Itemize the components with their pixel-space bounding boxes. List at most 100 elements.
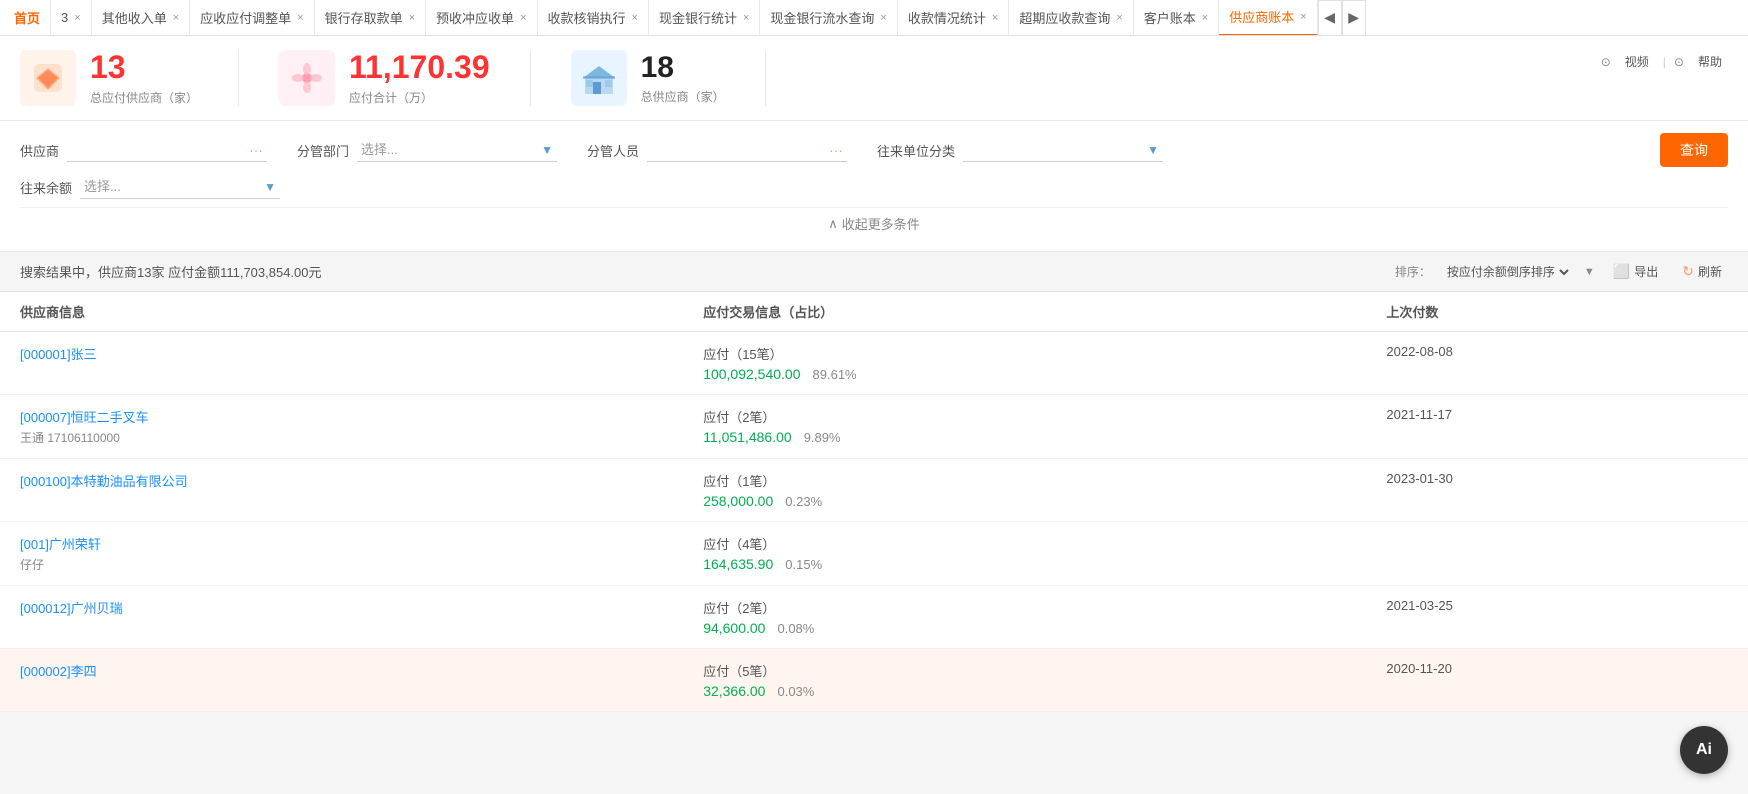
- export-button[interactable]: ⬜ 导出: [1607, 260, 1664, 283]
- tab-ar-ap-adjust-label: 应收应付调整单: [200, 8, 291, 27]
- payable-amount-000002: 32,366.00: [703, 683, 765, 699]
- payable-percent-000001: 89.61%: [813, 367, 857, 382]
- nav-tab-collection-summary[interactable]: 收款情况统计 ×: [898, 0, 1009, 36]
- payable-count-001: 应付（4笔）: [703, 534, 1386, 553]
- department-filter-label: 分管部门: [297, 141, 349, 160]
- supplier-link-000100[interactable]: [000100]本特勤油品有限公司: [20, 474, 188, 489]
- close-icon[interactable]: ×: [880, 12, 886, 24]
- table-body: [000001]张三 应付（15笔） 100,092,540.00 89.61%…: [0, 332, 1748, 712]
- nav-tab-3[interactable]: 3 ×: [51, 0, 92, 36]
- tab-collection-summary-label: 收款情况统计: [908, 8, 986, 27]
- tab-advance-receipt-label: 预收冲应收单: [436, 8, 514, 27]
- payable-row-000002: 32,366.00 0.03%: [703, 683, 1386, 699]
- supplier-link-001[interactable]: [001]广州荣轩: [20, 537, 101, 552]
- close-icon[interactable]: ×: [74, 12, 80, 24]
- table-row: [000001]张三 应付（15笔） 100,092,540.00 89.61%…: [0, 332, 1748, 395]
- filter-group-department: 分管部门 选择... ▼: [297, 138, 557, 162]
- stat-total-suppliers-count: 18 总供应商（家）: [571, 50, 766, 106]
- table-container: 供应商信息 应付交易信息（占比） 上次付数 [000001]张三 应付（15笔）…: [0, 292, 1748, 712]
- nav-tab-cash-stats[interactable]: 现金银行统计 ×: [649, 0, 760, 36]
- balance-select[interactable]: 选择...: [80, 175, 280, 199]
- nav-tab-supplier-ledger[interactable]: 供应商账本 ×: [1219, 0, 1317, 36]
- video-link[interactable]: 视频: [1619, 50, 1655, 73]
- supplier-dots-icon[interactable]: ···: [249, 142, 263, 158]
- close-icon[interactable]: ×: [520, 12, 526, 24]
- close-icon[interactable]: ×: [743, 12, 749, 24]
- person-filter-label: 分管人员: [587, 141, 639, 160]
- payable-row-000007: 11,051,486.00 9.89%: [703, 429, 1386, 445]
- department-select-container: 选择... ▼: [357, 138, 557, 162]
- last-payment-000012: 2021-03-25: [1386, 598, 1728, 613]
- stat-number-total-suppliers: 18: [641, 51, 725, 84]
- person-dots-icon[interactable]: ···: [829, 142, 843, 158]
- ai-button[interactable]: Ai: [1680, 726, 1728, 774]
- nav-next-arrow[interactable]: ▶: [1342, 0, 1366, 36]
- nav-tab-ar-ap-adjust[interactable]: 应收应付调整单 ×: [190, 0, 314, 36]
- stat-total-suppliers: 13 总应付供应商（家）: [20, 50, 239, 106]
- nav-tab-collection-verify[interactable]: 收款核销执行 ×: [538, 0, 649, 36]
- stats-bar: 13 总应付供应商（家） 11,170.39 应付合计（万）: [0, 36, 1748, 121]
- col-header-payable: 应付交易信息（占比）: [703, 302, 1386, 321]
- supplier-link-000001[interactable]: [000001]张三: [20, 347, 97, 362]
- close-icon[interactable]: ×: [1116, 12, 1122, 24]
- filter-area: 供应商 ··· 分管部门 选择... ▼ 分管人员 ···: [0, 121, 1748, 252]
- nav-prev-arrow[interactable]: ◀: [1318, 0, 1342, 36]
- payable-row-001: 164,635.90 0.15%: [703, 556, 1386, 572]
- stat-total-ap-amount: 11,170.39 应付合计（万）: [279, 50, 531, 106]
- close-icon[interactable]: ×: [173, 12, 179, 24]
- payable-percent-000002: 0.03%: [777, 684, 814, 699]
- nav-tab-home[interactable]: 首页: [4, 0, 51, 36]
- home-label: 首页: [14, 8, 40, 27]
- nav-tab-cash-flow[interactable]: 现金银行流水查询 ×: [760, 0, 897, 36]
- help-link[interactable]: 帮助: [1692, 50, 1728, 73]
- sort-select[interactable]: 按应付余额倒序排序: [1443, 264, 1572, 280]
- tab-customer-ledger-label: 客户账本: [1144, 8, 1196, 27]
- nav-tab-advance-receipt[interactable]: 预收冲应收单 ×: [426, 0, 537, 36]
- payable-info-000012: 应付（2笔） 94,600.00 0.08%: [703, 598, 1386, 636]
- payable-amount-000012: 94,600.00: [703, 620, 765, 636]
- payable-count-000012: 应付（2笔）: [703, 598, 1386, 617]
- supplier-link-000012[interactable]: [000012]广州贝瑞: [20, 601, 123, 616]
- close-icon[interactable]: ×: [297, 12, 303, 24]
- nav-tab-other-income[interactable]: 其他收入单 ×: [92, 0, 190, 36]
- nav-tab-bank-deposit[interactable]: 银行存取款单 ×: [315, 0, 426, 36]
- category-select[interactable]: [963, 138, 1163, 162]
- person-input[interactable]: [647, 138, 847, 162]
- stat-icon-diamond: [20, 50, 76, 106]
- close-icon[interactable]: ×: [992, 12, 998, 24]
- stat-content-total-ap-suppliers: 13 总应付供应商（家）: [90, 50, 198, 106]
- help-link-icon: ⊙: [1674, 55, 1684, 69]
- tab-collection-verify-label: 收款核销执行: [548, 8, 626, 27]
- payable-percent-000012: 0.08%: [777, 621, 814, 636]
- nav-tab-customer-ledger[interactable]: 客户账本 ×: [1134, 0, 1219, 36]
- results-bar: 搜索结果中，供应商13家 应付金额111,703,854.00元 排序： 按应付…: [0, 252, 1748, 292]
- collapse-button[interactable]: ∧ 收起更多条件: [20, 207, 1728, 239]
- last-payment-000100: 2023-01-30: [1386, 471, 1728, 486]
- table-row: [001]广州荣轩 仔仔 应付（4笔） 164,635.90 0.15%: [0, 522, 1748, 586]
- department-select[interactable]: 选择...: [357, 138, 557, 162]
- close-icon[interactable]: ×: [632, 12, 638, 24]
- category-select-container: ▼: [963, 138, 1163, 162]
- video-link-icon: ⊙: [1601, 55, 1611, 69]
- query-button[interactable]: 查询: [1660, 133, 1728, 167]
- stat-label-ap-suppliers: 总应付供应商（家）: [90, 89, 198, 106]
- supplier-sub-000007: 王通 17106110000: [20, 429, 703, 446]
- nav-bar: 首页 3 × 其他收入单 × 应收应付调整单 × 银行存取款单 × 预收冲应收单…: [0, 0, 1748, 36]
- nav-tab-overdue-ar[interactable]: 超期应收款查询 ×: [1009, 0, 1133, 36]
- supplier-link-000002[interactable]: [000002]李四: [20, 664, 97, 679]
- payable-amount-000007: 11,051,486.00: [703, 429, 792, 445]
- close-icon[interactable]: ×: [1300, 11, 1306, 23]
- close-icon[interactable]: ×: [1202, 12, 1208, 24]
- close-icon[interactable]: ×: [409, 12, 415, 24]
- filter-group-supplier: 供应商 ···: [20, 138, 267, 162]
- table-row: [000012]广州贝瑞 应付（2笔） 94,600.00 0.08% 2021…: [0, 586, 1748, 649]
- tab-overdue-ar-label: 超期应收款查询: [1019, 8, 1110, 27]
- supplier-link-000007[interactable]: [000007]恒旺二手叉车: [20, 410, 149, 425]
- stat-right-links: ⊙ 视频 | ⊙ 帮助: [1601, 50, 1728, 73]
- refresh-button[interactable]: ↻ 刷新: [1676, 260, 1728, 283]
- balance-filter-label: 往来余额: [20, 178, 72, 197]
- supplier-filter-label: 供应商: [20, 141, 59, 160]
- refresh-icon: ↻: [1682, 263, 1694, 280]
- supplier-input[interactable]: [67, 138, 267, 162]
- payable-count-000100: 应付（1笔）: [703, 471, 1386, 490]
